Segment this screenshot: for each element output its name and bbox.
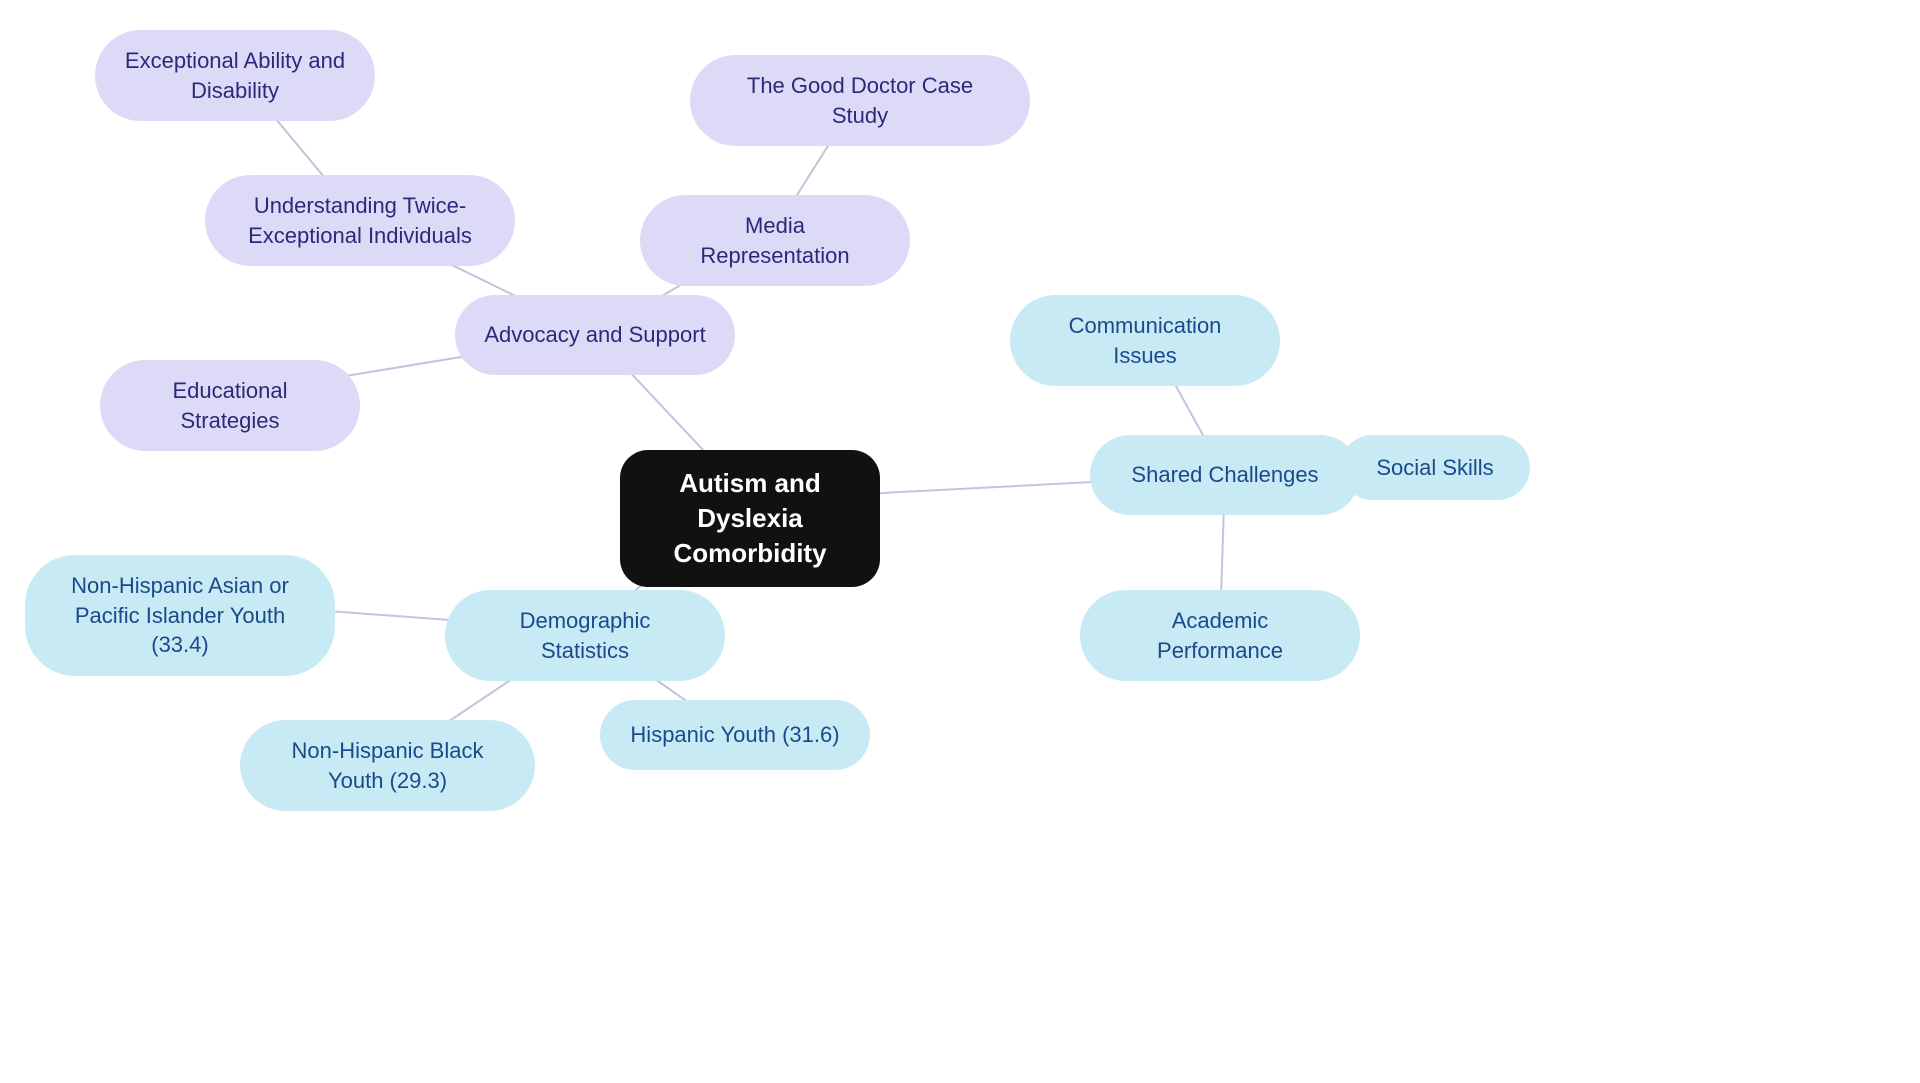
node-communication[interactable]: Communication Issues	[1010, 295, 1280, 386]
node-demographic[interactable]: Demographic Statistics	[445, 590, 725, 681]
node-nonhispanicblack[interactable]: Non-Hispanic Black Youth (29.3)	[240, 720, 535, 811]
node-hispanic[interactable]: Hispanic Youth (31.6)	[600, 700, 870, 770]
mindmap-container: Autism and Dyslexia Comorbidity Advocacy …	[0, 0, 1920, 1083]
connections-svg	[0, 0, 1920, 1083]
node-social[interactable]: Social Skills	[1340, 435, 1530, 500]
node-shared[interactable]: Shared Challenges	[1090, 435, 1360, 515]
node-exceptional[interactable]: Exceptional Ability and Disability	[95, 30, 375, 121]
node-advocacy[interactable]: Advocacy and Support	[455, 295, 735, 375]
node-media[interactable]: Media Representation	[640, 195, 910, 286]
node-gooddoctor[interactable]: The Good Doctor Case Study	[690, 55, 1030, 146]
node-nonhispanicasian[interactable]: Non-Hispanic Asian or Pacific Islander Y…	[25, 555, 335, 676]
node-understanding[interactable]: Understanding Twice-Exceptional Individu…	[205, 175, 515, 266]
node-educational[interactable]: Educational Strategies	[100, 360, 360, 451]
node-center[interactable]: Autism and Dyslexia Comorbidity	[620, 450, 880, 587]
node-academic[interactable]: Academic Performance	[1080, 590, 1360, 681]
